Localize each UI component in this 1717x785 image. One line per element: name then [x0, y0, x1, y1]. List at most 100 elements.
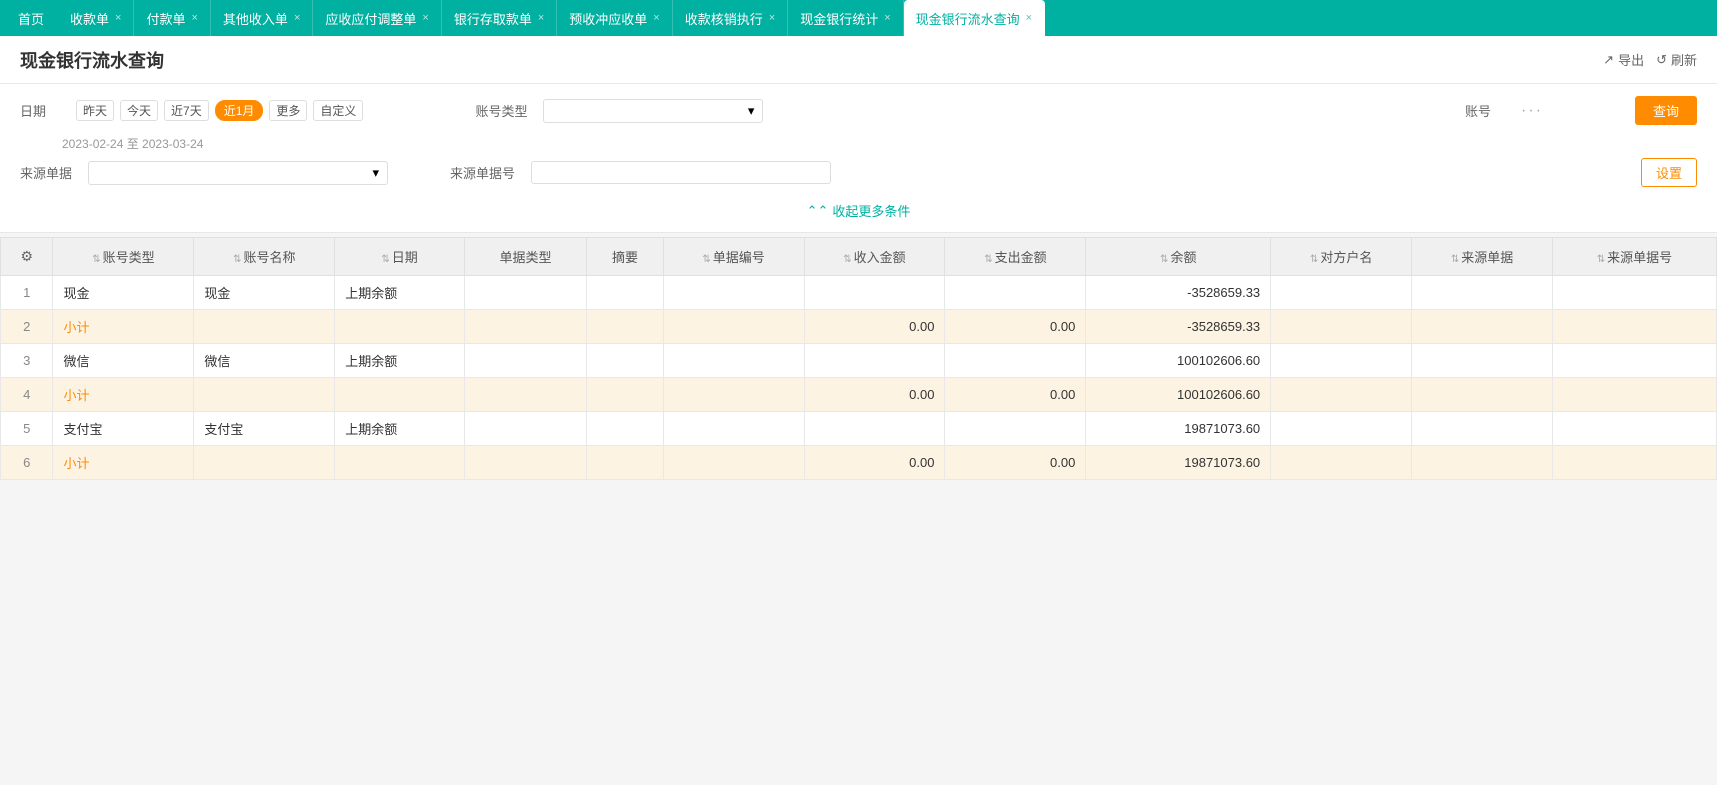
table-cell	[1412, 276, 1553, 310]
table-cell	[587, 344, 663, 378]
nav-tab-close-4[interactable]: ×	[538, 12, 544, 24]
nav-tab-6[interactable]: 收款核销执行 ×	[673, 0, 788, 36]
col-doc-no[interactable]: ⇅单据编号	[663, 238, 804, 276]
source-doc-chevron-icon: ▾	[372, 165, 379, 181]
nav-tab-close-0[interactable]: ×	[115, 12, 121, 24]
table-header: ⚙ ⇅账号类型 ⇅账号名称 ⇅日期 单据类型 摘要 ⇅单据编号 ⇅收入金额 ⇅支…	[1, 238, 1717, 276]
date-filter-label: 日期	[20, 101, 60, 120]
table-cell: 现金	[194, 276, 335, 310]
table-cell: 0.00	[945, 446, 1086, 480]
table-row[interactable]: 4小计0.000.00100102606.60	[1, 378, 1717, 412]
nav-tab-1[interactable]: 付款单 ×	[134, 0, 210, 36]
nav-tab-close-2[interactable]: ×	[294, 12, 300, 24]
chevron-down-icon: ▾	[748, 103, 755, 119]
table-cell	[1271, 310, 1412, 344]
table-cell	[1552, 344, 1716, 378]
header-actions: ↗ 导出 ↺ 刷新	[1603, 50, 1697, 69]
table-cell: 现金	[53, 276, 194, 310]
source-doc-no-input[interactable]	[531, 161, 831, 184]
sort-icon-expense: ⇅	[984, 254, 992, 265]
nav-tab-label-6: 收款核销执行	[685, 9, 763, 28]
nav-tab-label-0: 收款单	[70, 9, 109, 28]
col-date[interactable]: ⇅日期	[335, 238, 465, 276]
nav-tab-4[interactable]: 银行存取款单 ×	[442, 0, 557, 36]
table-cell: 100102606.60	[1086, 378, 1271, 412]
date-btn-custom[interactable]: 自定义	[313, 100, 363, 121]
table-cell: 支付宝	[194, 412, 335, 446]
table-cell	[587, 310, 663, 344]
date-btn-more[interactable]: 更多	[269, 100, 307, 121]
col-source-doc-no[interactable]: ⇅来源单据号	[1552, 238, 1716, 276]
nav-tab-3[interactable]: 应收应付调整单 ×	[313, 0, 441, 36]
nav-tab-close-6[interactable]: ×	[769, 12, 775, 24]
table-row[interactable]: 1现金现金上期余额-3528659.33	[1, 276, 1717, 310]
table-cell: 0.00	[945, 378, 1086, 412]
date-btn-1month[interactable]: 近1月	[215, 100, 264, 121]
nav-tab-5[interactable]: 预收冲应收单 ×	[557, 0, 672, 36]
nav-tab-close-3[interactable]: ×	[422, 12, 428, 24]
settings-icon: ⚙	[20, 248, 33, 264]
table-cell: 上期余额	[335, 276, 465, 310]
sort-icon-counterpart: ⇅	[1310, 254, 1318, 265]
date-btn-today[interactable]: 今天	[120, 100, 158, 121]
sort-icon-account-name: ⇅	[233, 254, 241, 265]
filter-area: 日期 昨天 今天 近7天 近1月 更多 自定义 账号类型 ▾ 账号 ··· 查询…	[0, 84, 1717, 233]
date-btn-yesterday[interactable]: 昨天	[76, 100, 114, 121]
source-doc-select[interactable]: ▾	[88, 161, 388, 185]
col-balance[interactable]: ⇅余额	[1086, 238, 1271, 276]
nav-tab-7[interactable]: 现金银行统计 ×	[788, 0, 903, 36]
table-row[interactable]: 6小计0.000.0019871073.60	[1, 446, 1717, 480]
table-row[interactable]: 2小计0.000.00-3528659.33	[1, 310, 1717, 344]
table-cell: 小计	[53, 446, 194, 480]
table-cell	[1271, 412, 1412, 446]
col-account-name[interactable]: ⇅账号名称	[194, 238, 335, 276]
col-settings[interactable]: ⚙	[1, 238, 53, 276]
nav-tab-label-8: 现金银行流水查询	[916, 9, 1020, 28]
nav-tab-2[interactable]: 其他收入单 ×	[211, 0, 313, 36]
table-cell: -3528659.33	[1086, 276, 1271, 310]
query-button[interactable]: 查询	[1635, 96, 1697, 125]
table-row[interactable]: 3微信微信上期余额100102606.60	[1, 344, 1717, 378]
table-cell: 上期余额	[335, 344, 465, 378]
nav-tab-close-5[interactable]: ×	[653, 12, 659, 24]
table-cell	[663, 378, 804, 412]
table-cell	[663, 310, 804, 344]
source-doc-no-label: 来源单据号	[450, 163, 515, 182]
table-cell	[945, 412, 1086, 446]
table-cell	[945, 344, 1086, 378]
nav-home[interactable]: 首页	[4, 9, 58, 28]
table-cell	[1271, 344, 1412, 378]
collapse-icon: ⌃⌃	[807, 203, 829, 219]
col-account-type[interactable]: ⇅账号类型	[53, 238, 194, 276]
collapse-bar[interactable]: ⌃⌃ 收起更多条件	[20, 197, 1697, 220]
table-cell	[194, 446, 335, 480]
nav-tab-0[interactable]: 收款单 ×	[58, 0, 134, 36]
nav-tab-close-1[interactable]: ×	[191, 12, 197, 24]
nav-tab-label-7: 现金银行统计	[800, 9, 878, 28]
table-cell: 0.00	[945, 310, 1086, 344]
col-summary[interactable]: 摘要	[587, 238, 663, 276]
col-counterpart[interactable]: ⇅对方户名	[1271, 238, 1412, 276]
account-type-select[interactable]: ▾	[543, 99, 763, 123]
table-cell	[464, 310, 586, 344]
top-navigation: 首页 收款单 × 付款单 × 其他收入单 × 应收应付调整单 × 银行存取款单 …	[0, 0, 1717, 36]
table-cell	[1271, 446, 1412, 480]
account-dots-btn[interactable]: ···	[1521, 102, 1543, 120]
table-cell	[587, 412, 663, 446]
date-btn-7days[interactable]: 近7天	[164, 100, 209, 121]
col-source-doc[interactable]: ⇅来源单据	[1412, 238, 1553, 276]
sort-icon-source-doc: ⇅	[1451, 254, 1459, 265]
nav-tab-8[interactable]: 现金银行流水查询 ×	[904, 0, 1045, 36]
table-cell	[663, 344, 804, 378]
table-row[interactable]: 5支付宝支付宝上期余额19871073.60	[1, 412, 1717, 446]
col-expense[interactable]: ⇅支出金额	[945, 238, 1086, 276]
refresh-button[interactable]: ↺ 刷新	[1656, 50, 1697, 69]
settings-button[interactable]: 设置	[1641, 158, 1697, 187]
nav-tab-close-8[interactable]: ×	[1026, 12, 1032, 24]
nav-tab-close-7[interactable]: ×	[884, 12, 890, 24]
page-title: 现金银行流水查询	[20, 47, 164, 73]
col-doc-type[interactable]: 单据类型	[464, 238, 586, 276]
table-cell: 0.00	[804, 446, 945, 480]
export-button[interactable]: ↗ 导出	[1603, 50, 1644, 69]
col-income[interactable]: ⇅收入金额	[804, 238, 945, 276]
